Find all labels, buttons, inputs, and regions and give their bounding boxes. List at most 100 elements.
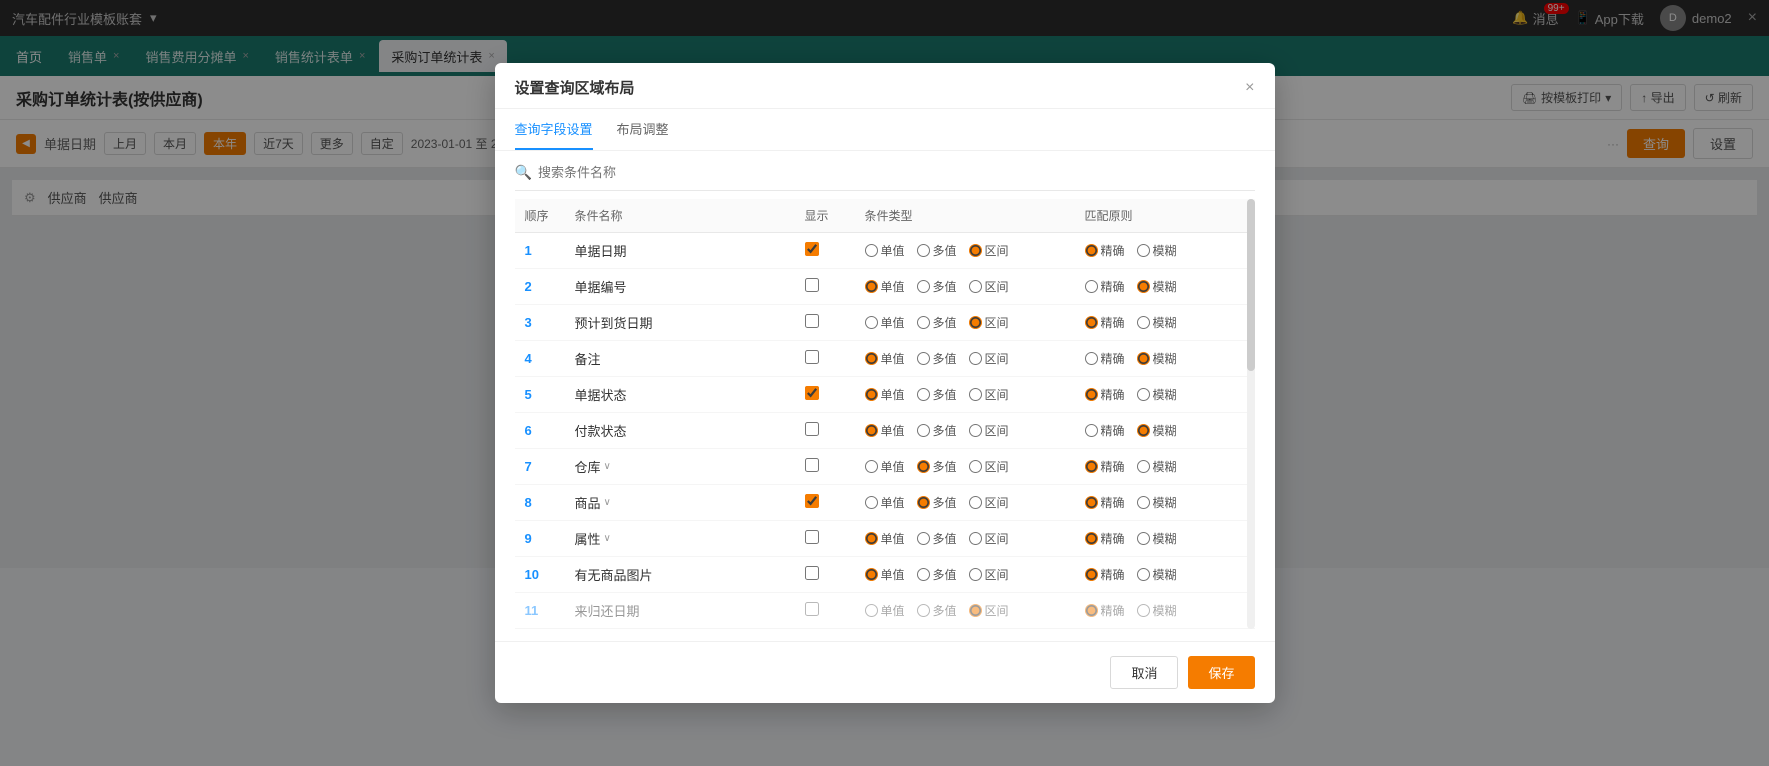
- show-checkbox[interactable]: [805, 350, 819, 364]
- match-option-模糊[interactable]: 模糊: [1137, 350, 1177, 367]
- row-match: 精确模糊: [1075, 341, 1255, 377]
- type-option-区间[interactable]: 区间: [969, 278, 1009, 295]
- row-name: 仓库 ∨: [565, 449, 795, 485]
- row-type: 单值多值区间: [855, 341, 1075, 377]
- match-option-精确[interactable]: 精确: [1085, 278, 1125, 295]
- type-option-单值[interactable]: 单值: [865, 350, 905, 367]
- match-option-模糊[interactable]: 模糊: [1137, 494, 1177, 511]
- type-option-区间[interactable]: 区间: [969, 602, 1009, 619]
- match-option-模糊[interactable]: 模糊: [1137, 278, 1177, 295]
- row-order: 2: [515, 269, 565, 305]
- show-checkbox[interactable]: [805, 242, 819, 256]
- type-option-多值[interactable]: 多值: [917, 458, 957, 475]
- cancel-button[interactable]: 取消: [1110, 656, 1178, 689]
- tab-query-fields[interactable]: 查询字段设置: [515, 109, 593, 150]
- match-option-模糊[interactable]: 模糊: [1137, 242, 1177, 259]
- type-option-多值[interactable]: 多值: [917, 350, 957, 367]
- type-option-单值[interactable]: 单值: [865, 566, 905, 583]
- row-show: [795, 557, 855, 593]
- modal-close-btn[interactable]: ×: [1245, 80, 1254, 96]
- match-option-精确[interactable]: 精确: [1085, 314, 1125, 331]
- type-option-单值[interactable]: 单值: [865, 530, 905, 547]
- match-option-精确[interactable]: 精确: [1085, 458, 1125, 475]
- type-option-多值[interactable]: 多值: [917, 314, 957, 331]
- save-button[interactable]: 保存: [1188, 656, 1254, 689]
- type-option-多值[interactable]: 多值: [917, 242, 957, 259]
- match-option-模糊[interactable]: 模糊: [1137, 566, 1177, 583]
- show-checkbox[interactable]: [805, 386, 819, 400]
- row-match: 精确模糊: [1075, 305, 1255, 341]
- show-checkbox[interactable]: [805, 602, 819, 616]
- match-option-模糊[interactable]: 模糊: [1137, 602, 1177, 619]
- type-option-多值[interactable]: 多值: [917, 386, 957, 403]
- show-checkbox[interactable]: [805, 530, 819, 544]
- show-checkbox[interactable]: [805, 566, 819, 580]
- show-checkbox[interactable]: [805, 494, 819, 508]
- type-option-单值[interactable]: 单值: [865, 602, 905, 619]
- row-match: 精确模糊: [1075, 557, 1255, 593]
- match-option-模糊[interactable]: 模糊: [1137, 314, 1177, 331]
- type-option-区间[interactable]: 区间: [969, 242, 1009, 259]
- table-row: 5单据状态单值多值区间精确模糊: [515, 377, 1255, 413]
- modal-search: 🔍: [515, 163, 1255, 191]
- match-option-模糊[interactable]: 模糊: [1137, 422, 1177, 439]
- type-option-单值[interactable]: 单值: [865, 242, 905, 259]
- type-option-区间[interactable]: 区间: [969, 494, 1009, 511]
- match-option-模糊[interactable]: 模糊: [1137, 458, 1177, 475]
- show-checkbox[interactable]: [805, 314, 819, 328]
- match-option-模糊[interactable]: 模糊: [1137, 386, 1177, 403]
- row-match: 精确模糊: [1075, 593, 1255, 629]
- match-option-精确[interactable]: 精确: [1085, 386, 1125, 403]
- row-show: [795, 521, 855, 557]
- row-match: 精确模糊: [1075, 521, 1255, 557]
- row-order: 5: [515, 377, 565, 413]
- match-option-精确[interactable]: 精确: [1085, 350, 1125, 367]
- modal-title: 设置查询区域布局: [515, 77, 635, 98]
- type-option-单值[interactable]: 单值: [865, 422, 905, 439]
- show-checkbox[interactable]: [805, 278, 819, 292]
- row-name: 预计到货日期: [565, 305, 795, 341]
- type-option-区间[interactable]: 区间: [969, 458, 1009, 475]
- match-option-模糊[interactable]: 模糊: [1137, 530, 1177, 547]
- type-option-区间[interactable]: 区间: [969, 386, 1009, 403]
- type-option-单值[interactable]: 单值: [865, 314, 905, 331]
- match-option-精确[interactable]: 精确: [1085, 422, 1125, 439]
- th-order: 顺序: [515, 199, 565, 233]
- modal-header: 设置查询区域布局 ×: [495, 63, 1275, 109]
- match-option-精确[interactable]: 精确: [1085, 602, 1125, 619]
- match-option-精确[interactable]: 精确: [1085, 566, 1125, 583]
- show-checkbox[interactable]: [805, 422, 819, 436]
- type-option-多值[interactable]: 多值: [917, 530, 957, 547]
- type-option-多值[interactable]: 多值: [917, 278, 957, 295]
- row-order: 3: [515, 305, 565, 341]
- row-name: 来归还日期: [565, 593, 795, 629]
- type-option-多值[interactable]: 多值: [917, 422, 957, 439]
- search-input[interactable]: [532, 163, 1255, 182]
- type-option-单值[interactable]: 单值: [865, 278, 905, 295]
- th-name: 条件名称: [565, 199, 795, 233]
- table-row: 10有无商品图片单值多值区间精确模糊: [515, 557, 1255, 593]
- type-option-区间[interactable]: 区间: [969, 314, 1009, 331]
- row-show: [795, 593, 855, 629]
- type-option-区间[interactable]: 区间: [969, 350, 1009, 367]
- type-option-单值[interactable]: 单值: [865, 458, 905, 475]
- type-option-单值[interactable]: 单值: [865, 494, 905, 511]
- type-option-多值[interactable]: 多值: [917, 494, 957, 511]
- show-checkbox[interactable]: [805, 458, 819, 472]
- table-row: 2单据编号单值多值区间精确模糊: [515, 269, 1255, 305]
- match-option-精确[interactable]: 精确: [1085, 242, 1125, 259]
- tab-layout-adjust[interactable]: 布局调整: [617, 109, 669, 150]
- type-option-区间[interactable]: 区间: [969, 530, 1009, 547]
- type-option-区间[interactable]: 区间: [969, 566, 1009, 583]
- match-option-精确[interactable]: 精确: [1085, 530, 1125, 547]
- row-type: 单值多值区间: [855, 233, 1075, 269]
- row-name: 商品 ∨: [565, 485, 795, 521]
- type-option-多值[interactable]: 多值: [917, 566, 957, 583]
- th-match: 匹配原则: [1075, 199, 1255, 233]
- row-show: [795, 233, 855, 269]
- type-option-单值[interactable]: 单值: [865, 386, 905, 403]
- type-option-区间[interactable]: 区间: [969, 422, 1009, 439]
- table-row: 7仓库 ∨单值多值区间精确模糊: [515, 449, 1255, 485]
- type-option-多值[interactable]: 多值: [917, 602, 957, 619]
- match-option-精确[interactable]: 精确: [1085, 494, 1125, 511]
